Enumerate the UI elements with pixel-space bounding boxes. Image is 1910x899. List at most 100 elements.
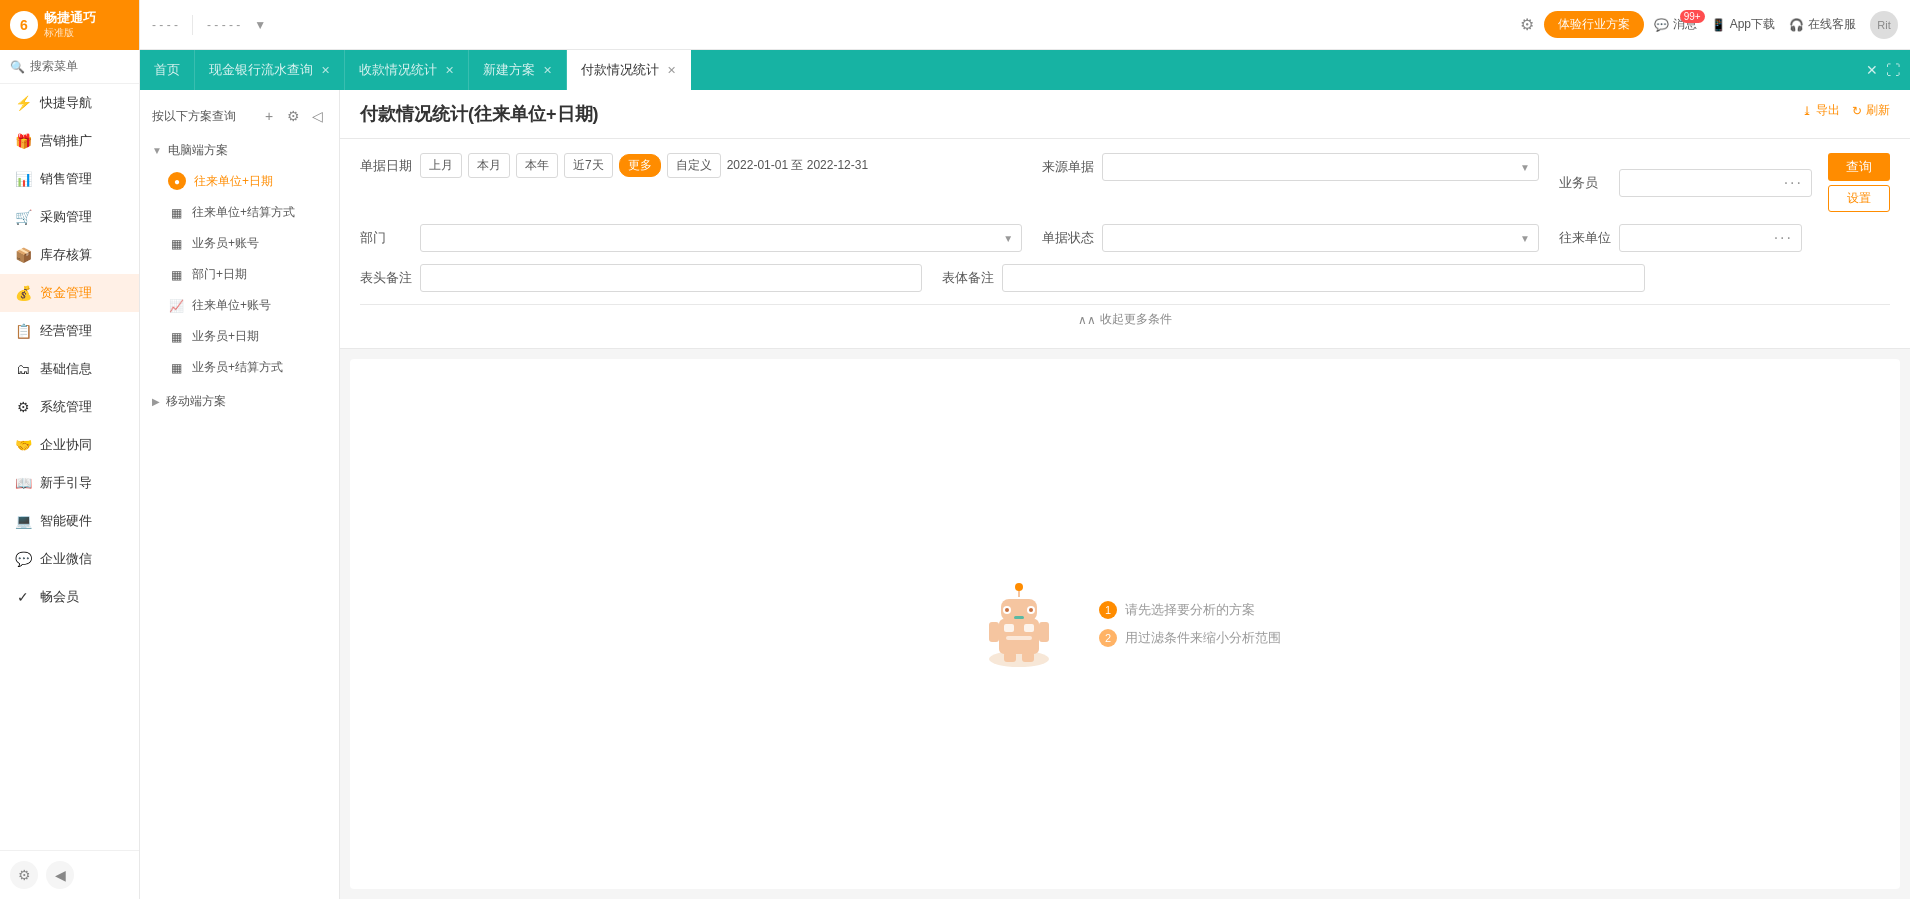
sidebar-item-enterprise[interactable]: 🤝 企业协同 — [0, 426, 139, 464]
filter-source: 来源单据 ▼ — [1042, 153, 1539, 181]
partner-dots-icon[interactable]: ··· — [1774, 229, 1793, 247]
online-service-btn[interactable]: 🎧 在线客服 — [1789, 16, 1856, 33]
message-btn[interactable]: 💬 消息 99+ — [1654, 16, 1697, 33]
scheme-item-staff-date[interactable]: ▦ 业务员+日期 — [140, 321, 339, 352]
sidebar-item-system[interactable]: ⚙ 系统管理 — [0, 388, 139, 426]
svg-rect-13 — [1004, 652, 1016, 662]
date-btn-this-year[interactable]: 本年 — [516, 153, 558, 178]
scheme-item-unit-account[interactable]: 📈 往来单位+账号 — [140, 290, 339, 321]
close-window-btn[interactable]: ✕ — [1866, 62, 1878, 78]
sidebar-item-weixin[interactable]: 💬 企业微信 — [0, 540, 139, 578]
svg-rect-12 — [1039, 622, 1049, 642]
sidebar-item-guide[interactable]: 📖 新手引导 — [0, 464, 139, 502]
topbar-settings-btn[interactable]: ⚙ — [1520, 15, 1534, 34]
sidebar-item-basic[interactable]: 🗂 基础信息 — [0, 350, 139, 388]
new-tab-close[interactable]: ✕ — [543, 64, 552, 77]
sidebar-item-sales[interactable]: 📊 销售管理 — [0, 160, 139, 198]
desktop-group-title[interactable]: ▼ 电脑端方案 — [140, 136, 339, 165]
headset-icon: 🎧 — [1789, 18, 1804, 32]
company-name: - - - - - — [207, 18, 240, 32]
date-btn-last-month[interactable]: 上月 — [420, 153, 462, 178]
logo-sub: 标准版 — [44, 26, 96, 40]
sidebar-label: 企业协同 — [40, 436, 92, 454]
tab-receipt[interactable]: 收款情况统计 ✕ — [345, 50, 469, 90]
collapse-sidebar-btn[interactable]: ◀ — [46, 861, 74, 889]
svg-point-8 — [1005, 608, 1009, 612]
scheme-item-dept-date[interactable]: ▦ 部门+日期 — [140, 259, 339, 290]
scheme-item-unit-date[interactable]: ● 往来单位+日期 — [140, 165, 339, 197]
status-select[interactable]: ▼ — [1102, 224, 1539, 252]
table-icon: ▦ — [168, 267, 184, 283]
guide-icon: 📖 — [14, 474, 32, 492]
settings-bottom-btn[interactable]: ⚙ — [10, 861, 38, 889]
sidebar-label: 系统管理 — [40, 398, 92, 416]
bank-tab-close[interactable]: ✕ — [321, 64, 330, 77]
date-btn-custom[interactable]: 自定义 — [667, 153, 721, 178]
maximize-window-btn[interactable]: ⛶ — [1886, 62, 1900, 78]
date-btn-this-month[interactable]: 本月 — [468, 153, 510, 178]
collapse-panel-btn[interactable]: ◁ — [307, 106, 327, 126]
tab-payment[interactable]: 付款情况统计 ✕ — [567, 50, 691, 90]
date-btn-more[interactable]: 更多 — [619, 154, 661, 177]
source-arrow-icon: ▼ — [1520, 162, 1530, 173]
status-label: 单据状态 — [1042, 229, 1094, 247]
sidebar-label: 库存核算 — [40, 246, 92, 264]
staff-dots-icon[interactable]: ··· — [1784, 174, 1803, 192]
dropdown-arrow[interactable]: ▼ — [254, 18, 266, 32]
sidebar-search[interactable]: 🔍 搜索菜单 — [0, 50, 139, 84]
date-content: 上月 本月 本年 近7天 更多 自定义 2022-01-01 至 2022-12… — [420, 153, 1022, 178]
dept-select[interactable]: ▼ — [420, 224, 1022, 252]
header-note-input[interactable] — [420, 264, 922, 292]
source-select[interactable]: ▼ — [1102, 153, 1539, 181]
hint-text-2: 用过滤条件来缩小分析范围 — [1125, 629, 1281, 647]
sidebar-label: 营销推广 — [40, 132, 92, 150]
scheme-settings-btn[interactable]: ⚙ — [283, 106, 303, 126]
phone-icon: 📱 — [1711, 18, 1726, 32]
staff-select[interactable]: ··· — [1619, 169, 1812, 197]
mobile-scheme-group: ▶ 移动端方案 — [140, 387, 339, 416]
sidebar-item-capital[interactable]: 💰 资金管理 — [0, 274, 139, 312]
partner-select[interactable]: ··· — [1619, 224, 1802, 252]
export-btn[interactable]: ⤓ 导出 — [1802, 102, 1840, 119]
member-icon: ✓ — [14, 588, 32, 606]
left-panel-header-btns: + ⚙ ◁ — [259, 106, 327, 126]
sidebar-label: 智能硬件 — [40, 512, 92, 530]
scheme-item-staff-settlement[interactable]: ▦ 业务员+结算方式 — [140, 352, 339, 383]
collapse-filter-btn[interactable]: ∧∧ 收起更多条件 — [360, 304, 1890, 334]
date-btn-7days[interactable]: 近7天 — [564, 153, 613, 178]
payment-tab-close[interactable]: ✕ — [667, 64, 676, 77]
query-button[interactable]: 查询 — [1828, 153, 1890, 181]
user-avatar[interactable]: Rit — [1870, 11, 1898, 39]
tab-bank[interactable]: 现金银行流水查询 ✕ — [195, 50, 345, 90]
table-icon: ▦ — [168, 360, 184, 376]
sidebar-item-marketing[interactable]: 🎁 营销推广 — [0, 122, 139, 160]
refresh-icon: ↻ — [1852, 104, 1862, 118]
logo-icon: 6 — [10, 11, 38, 39]
refresh-btn[interactable]: ↻ 刷新 — [1852, 102, 1890, 119]
sidebar-item-member[interactable]: ✓ 畅会员 — [0, 578, 139, 616]
add-scheme-btn[interactable]: + — [259, 106, 279, 126]
page-header: 付款情况统计(往来单位+日期) ⤓ 导出 ↻ 刷新 — [340, 90, 1910, 139]
tab-home[interactable]: 首页 — [140, 50, 195, 90]
sidebar-item-inventory[interactable]: 📦 库存核算 — [0, 236, 139, 274]
app-download-btn[interactable]: 📱 App下载 — [1711, 16, 1775, 33]
sidebar-item-purchase[interactable]: 🛒 采购管理 — [0, 198, 139, 236]
mobile-group-title[interactable]: ▶ 移动端方案 — [140, 387, 339, 416]
filter-header-note: 表头备注 — [360, 264, 922, 292]
page-header-actions: ⤓ 导出 ↻ 刷新 — [1802, 102, 1890, 131]
marketing-icon: 🎁 — [14, 132, 32, 150]
try-industry-btn[interactable]: 体验行业方案 — [1544, 11, 1644, 38]
scheme-item-staff-account[interactable]: ▦ 业务员+账号 — [140, 228, 339, 259]
sidebar-item-hardware[interactable]: 💻 智能硬件 — [0, 502, 139, 540]
sidebar-label: 经营管理 — [40, 322, 92, 340]
settings-button[interactable]: 设置 — [1828, 185, 1890, 212]
scheme-item-unit-settlement[interactable]: ▦ 往来单位+结算方式 — [140, 197, 339, 228]
receipt-tab-close[interactable]: ✕ — [445, 64, 454, 77]
sidebar-item-quicknav[interactable]: ⚡ 快捷导航 — [0, 84, 139, 122]
svg-rect-4 — [1006, 636, 1032, 640]
body-note-input[interactable] — [1002, 264, 1645, 292]
tab-new[interactable]: 新建方案 ✕ — [469, 50, 567, 90]
panel-header-label: 按以下方案查询 — [152, 108, 236, 125]
sidebar-item-operations[interactable]: 📋 经营管理 — [0, 312, 139, 350]
mobile-group-label: 移动端方案 — [166, 393, 226, 410]
